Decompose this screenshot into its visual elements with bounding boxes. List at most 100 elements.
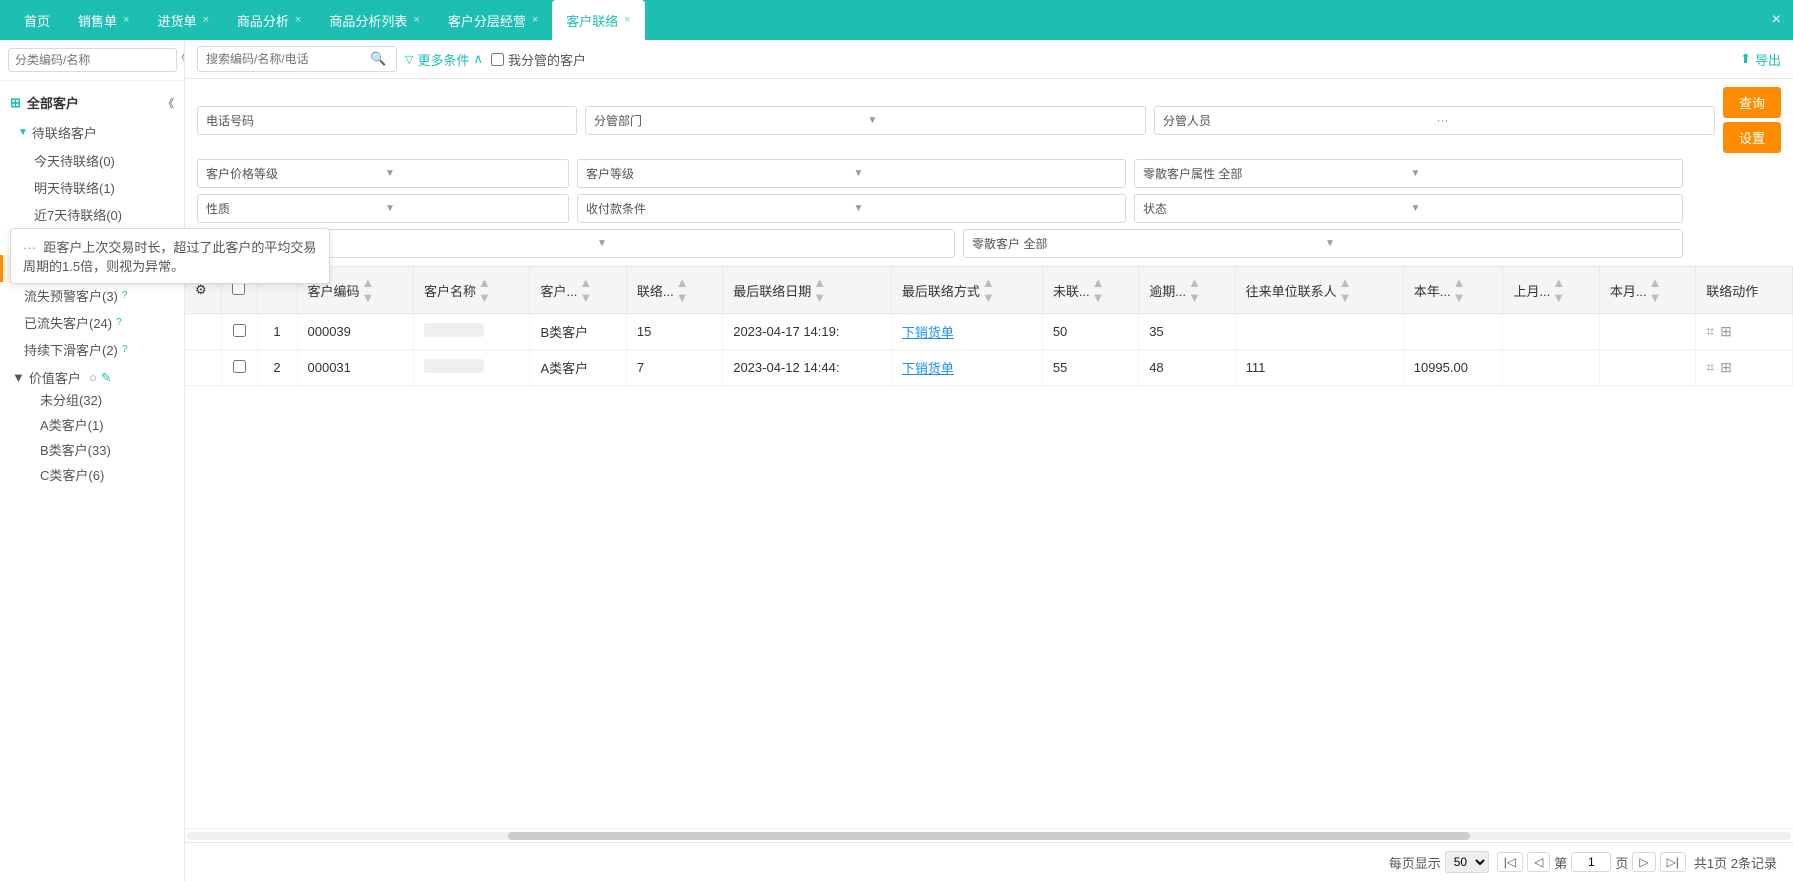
scrollbar-thumb[interactable] [508,832,1470,840]
row2-this-year: 10995.00 [1403,350,1503,386]
page-size-select[interactable]: 50 [1445,851,1489,873]
row2-link-icon[interactable]: ⌗ [1706,359,1714,376]
customer-level-filter[interactable]: 客户等级 ▼ [577,159,1126,188]
value-group-edit-icon[interactable]: ✎ [101,370,112,386]
more-conditions-label: 更多条件 [417,50,469,69]
department-filter[interactable]: 分管部门 ▼ [585,106,1146,135]
more-conditions-button[interactable]: ▽ 更多条件 ∧ [405,50,483,69]
query-button[interactable]: 查询 [1723,87,1781,118]
nav-sales[interactable]: 销售单 × [64,0,143,40]
sidebar-item-churned[interactable]: 已流失客户(24) ? [0,309,184,336]
tooltip-repurchase: ··· 距客户上次交易时长，超过了此客户的平均交易周期的1.5倍，则视为异常。 [10,228,330,284]
nav-analysis-close[interactable]: × [295,14,301,26]
content-area: 🔍 ▽ 更多条件 ∧ 我分管的客户 ⬆ 导出 [185,40,1793,881]
last-page-button[interactable]: ▷| [1660,852,1686,872]
row1-checkbox[interactable] [221,314,257,350]
last-month-col-header[interactable]: 上月... ▲▼ [1503,267,1599,314]
supervisor-dots[interactable]: ··· [1437,113,1707,127]
sidebar-item-today[interactable]: 今天待联络(0) [10,147,184,174]
sidebar-value-group: ▼ 价值客户 ○ ✎ 未分组(32) A类客户(1) B类客户(33) C类客户… [0,363,184,492]
nav-customer-contact[interactable]: 客户联络 × [552,0,644,40]
row2-checkbox[interactable] [221,350,257,386]
sidebar-item-churn-warning[interactable]: 流失预警客户(3) ? [0,282,184,309]
sidebar-item-tomorrow[interactable]: 明天待联络(1) [10,174,184,201]
filter-bar-right: ⬆ 导出 [1740,50,1781,69]
filter-row-1: 电话号码 分管部门 ▼ 分管人员 ··· 查询 设置 [197,87,1781,153]
payment-filter[interactable]: 收付款条件 ▼ [577,194,1126,223]
contact-col-header[interactable]: 联络... ▲▼ [626,267,722,314]
nav-customer-tier-label: 客户分层经营 [448,11,526,30]
nav-customer-tier[interactable]: 客户分层经营 × [434,0,552,40]
nav-sales-close[interactable]: × [123,14,129,26]
retail-customer-filter[interactable]: 零散客户 全部 ▼ [963,229,1683,258]
advanced-filter: 电话号码 分管部门 ▼ 分管人员 ··· 查询 设置 客户价格等级 [185,79,1793,267]
sidebar-sub-class-c[interactable]: C类客户(6) [12,462,176,487]
type-col-header[interactable]: 客户... ▲▼ [530,267,626,314]
retail-attr-filter[interactable]: 零散客户属性 全部 ▼ [1134,159,1683,188]
customer-type-filter[interactable]: 客户类型 ▼ [235,229,955,258]
sidebar-sub-class-b[interactable]: B类客户(33) [12,437,176,462]
retail-customer-caret: ▼ [1325,238,1674,249]
name-col-header[interactable]: 客户名称 ▲▼ [413,267,529,314]
next-page-button[interactable]: ▷ [1632,852,1655,872]
filter-row-4: ··· 客户类型 ▼ 零散客户 全部 ▼ [197,229,1781,258]
nav-analysis[interactable]: 商品分析 × [223,0,315,40]
filter-search-icon[interactable]: 🔍 [370,51,386,67]
sidebar-root-label: 全部客户 [27,93,79,112]
sidebar-collapse-icon[interactable]: 《 [163,95,174,111]
sidebar-item-7days[interactable]: 近7天待联络(0) [10,201,184,228]
sidebar-section-header-pending[interactable]: ▼ 待联络客户 [10,118,184,147]
retail-attr-label: 零散客户属性 全部 [1143,165,1407,182]
contact-person-col-header[interactable]: 往来单位联系人 ▲▼ [1235,267,1403,314]
supervisor-filter[interactable]: 分管人员 ··· [1154,106,1715,135]
sidebar-search-area: 🔍 [0,40,184,81]
filter-search-input[interactable] [206,52,366,66]
page-number-input[interactable] [1571,852,1611,872]
nav-purchase-close[interactable]: × [202,14,208,26]
row2-code: 000031 [297,350,413,386]
my-customers-checkbox-area: 我分管的客户 [491,50,586,69]
row1-last-method[interactable]: 下销货单 [891,314,1042,350]
nav-customer-tier-close[interactable]: × [532,14,538,26]
horizontal-scrollbar[interactable] [185,828,1793,842]
row2-last-method[interactable]: 下销货单 [891,350,1042,386]
phone-filter[interactable]: 电话号码 [197,106,577,135]
first-page-button[interactable]: |◁ [1497,852,1523,872]
row2-this-month [1599,350,1695,386]
last-date-col-header[interactable]: 最后联络日期 ▲▼ [723,267,892,314]
sidebar-value-group-header[interactable]: ▼ 价值客户 ○ ✎ [12,368,176,387]
price-level-filter[interactable]: 客户价格等级 ▼ [197,159,569,188]
row1-uncontacted: 50 [1042,314,1138,350]
nav-analysis-list[interactable]: 商品分析列表 × [315,0,433,40]
this-month-col-header[interactable]: 本月... ▲▼ [1599,267,1695,314]
row1-grid-icon[interactable]: ⊞ [1720,323,1732,340]
sidebar-sub-ungraded[interactable]: 未分组(32) [12,387,176,412]
status-filter[interactable]: 状态 ▼ [1134,194,1683,223]
sidebar-root-all-customers[interactable]: ⊞ 全部客户 《 [0,87,184,118]
row2-last-month [1503,350,1599,386]
window-close-button[interactable]: × [1772,11,1781,29]
setting-button[interactable]: 设置 [1723,122,1781,153]
row1-link-icon[interactable]: ⌗ [1706,323,1714,340]
scrollbar-track [187,832,1791,840]
row1-this-year [1403,314,1503,350]
this-year-col-header[interactable]: 本年... ▲▼ [1403,267,1503,314]
export-button[interactable]: ⬆ 导出 [1740,50,1781,69]
row1-code: 000039 [297,314,413,350]
row2-grid-icon[interactable]: ⊞ [1720,359,1732,376]
uncontacted-col-header[interactable]: 未联... ▲▼ [1042,267,1138,314]
nav-purchase[interactable]: 进货单 × [143,0,222,40]
nav-customer-contact-close[interactable]: × [624,14,630,26]
last-method-col-header[interactable]: 最后联络方式 ▲▼ [891,267,1042,314]
dept-label: 分管部门 [594,112,864,129]
prev-page-button[interactable]: ◁ [1527,852,1550,872]
nav-analysis-list-close[interactable]: × [413,14,419,26]
sidebar-search-input[interactable] [8,48,177,72]
sidebar-sub-class-a[interactable]: A类客户(1) [12,412,176,437]
nature-filter[interactable]: 性质 ▼ [197,194,569,223]
help-icon-declining: ? [122,344,128,355]
my-customers-checkbox[interactable] [491,53,504,66]
overdue-col-header[interactable]: 逾期... ▲▼ [1139,267,1235,314]
nav-home[interactable]: 首页 [10,0,64,40]
sidebar-item-declining[interactable]: 持续下滑客户(2) ? [0,336,184,363]
